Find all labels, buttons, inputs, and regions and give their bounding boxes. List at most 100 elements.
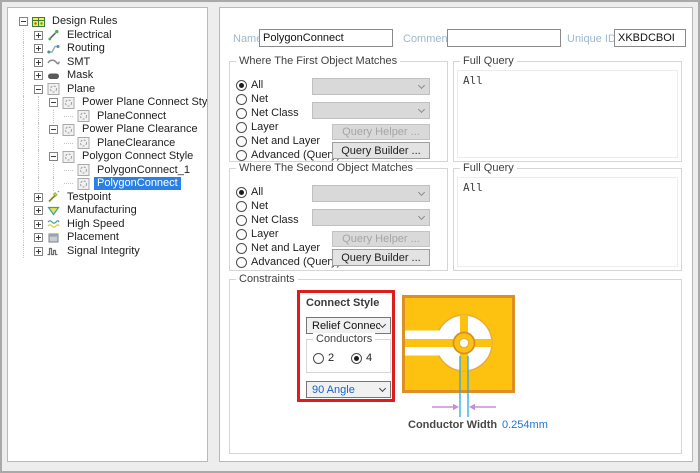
radio-advanced-query[interactable]: Advanced (Query) — [236, 255, 340, 269]
high-speed-icon — [46, 218, 61, 231]
radio-icon[interactable] — [236, 150, 247, 161]
tree-item-label: Plane — [64, 83, 98, 96]
signal-integrity-icon — [46, 245, 61, 258]
tree-item-electrical[interactable]: Electrical — [19, 29, 207, 43]
radio-label: All — [251, 186, 263, 198]
collapse-icon[interactable] — [49, 125, 58, 134]
expand-icon[interactable] — [34, 206, 43, 215]
chevron-down-icon — [418, 213, 425, 220]
expand-icon[interactable] — [34, 193, 43, 202]
radio-icon[interactable] — [236, 243, 247, 254]
radio-icon[interactable] — [236, 94, 247, 105]
tree-item-planeclearance[interactable]: PlaneClearance — [19, 137, 207, 151]
expand-icon[interactable] — [34, 233, 43, 242]
radio-layer[interactable]: Layer — [236, 227, 340, 241]
radio-icon[interactable] — [236, 80, 247, 91]
expand-icon[interactable] — [34, 58, 43, 67]
collapse-icon[interactable] — [49, 98, 58, 107]
radio-icon[interactable] — [236, 136, 247, 147]
radio-label: Advanced (Query) — [251, 149, 340, 161]
full-query-group-1: Full Query All — [453, 61, 682, 162]
expand-icon[interactable] — [34, 44, 43, 53]
tree-item-testpoint[interactable]: Testpoint — [19, 191, 207, 205]
rule-icon — [46, 83, 61, 96]
conductor-width-label: Conductor Width — [408, 419, 497, 431]
radio-icon[interactable] — [351, 353, 362, 364]
tree-item-power-plane-clearance[interactable]: Power Plane Clearance — [19, 123, 207, 137]
expand-icon[interactable] — [34, 220, 43, 229]
collapse-icon[interactable] — [34, 85, 43, 94]
radio-label: Net — [251, 200, 268, 212]
relief-angle-dropdown[interactable]: 90 Angle — [306, 381, 391, 398]
radio-label: Net Class — [251, 214, 299, 226]
tree-item-label: Mask — [64, 69, 96, 82]
name-input[interactable] — [259, 29, 393, 47]
tree-item-design-rules[interactable]: Design Rules — [19, 15, 207, 29]
radio-advanced-query[interactable]: Advanced (Query) — [236, 148, 340, 162]
comment-input[interactable] — [447, 29, 561, 47]
tree-item-label: PolygonConnect_1 — [94, 164, 193, 177]
tree-item-label: PlaneClearance — [94, 137, 178, 150]
radio-conductors-2[interactable]: 2 — [313, 351, 334, 365]
electrical-icon — [46, 29, 61, 42]
tree-item-polygon-connect-style[interactable]: Polygon Connect Style — [19, 150, 207, 164]
net-dropdown-disabled — [312, 78, 430, 95]
expand-icon[interactable] — [34, 31, 43, 40]
tree-item-routing[interactable]: Routing — [19, 42, 207, 56]
radio-label: Layer — [251, 121, 279, 133]
radio-conductors-4[interactable]: 4 — [351, 351, 372, 365]
radio-icon[interactable] — [236, 122, 247, 133]
tree-item-placement[interactable]: Placement — [19, 231, 207, 245]
placement-icon — [46, 231, 61, 244]
constraints-group: Constraints Connect Style Relief Connect… — [229, 279, 682, 454]
radio-net-and-layer[interactable]: Net and Layer — [236, 241, 340, 255]
tree-item-plane[interactable]: Plane — [19, 83, 207, 97]
conductors-label: Conductors — [313, 333, 375, 345]
radio-layer[interactable]: Layer — [236, 120, 340, 134]
tree-item-polygonconnect-1[interactable]: PolygonConnect_1 — [19, 164, 207, 178]
expand-icon[interactable] — [34, 247, 43, 256]
radio-icon[interactable] — [236, 257, 247, 268]
unique-id-input[interactable] — [614, 29, 686, 47]
tree-item-smt[interactable]: SMT — [19, 56, 207, 70]
radio-net-and-layer[interactable]: Net and Layer — [236, 134, 340, 148]
smt-icon — [46, 56, 61, 69]
query-builder-button[interactable]: Query Builder ... — [332, 249, 430, 266]
full-query-text: All — [457, 177, 678, 267]
tree-item-polygonconnect[interactable]: PolygonConnect — [19, 177, 207, 191]
radio-icon[interactable] — [236, 229, 247, 240]
radio-icon[interactable] — [313, 353, 324, 364]
radio-icon[interactable] — [236, 187, 247, 198]
radio-label: 2 — [328, 352, 334, 364]
radio-label: Net — [251, 93, 268, 105]
tree-item-signal-integrity[interactable]: Signal Integrity — [19, 245, 207, 259]
full-query-text: All — [457, 70, 678, 158]
rule-icon — [76, 137, 91, 150]
query-builder-button[interactable]: Query Builder ... — [332, 142, 430, 159]
connect-style-dropdown[interactable]: Relief Connect — [306, 317, 391, 334]
tree-item-label: Testpoint — [64, 191, 114, 204]
expand-icon[interactable] — [34, 71, 43, 80]
testpoint-icon — [46, 191, 61, 204]
chevron-down-icon — [379, 321, 386, 328]
radio-icon[interactable] — [236, 201, 247, 212]
first-object-matches-group: Where The First Object Matches All Net N… — [229, 61, 448, 162]
tree-item-planeconnect[interactable]: PlaneConnect — [19, 110, 207, 124]
rule-icon — [61, 123, 76, 136]
conductor-width-value[interactable]: 0.254mm — [502, 419, 548, 431]
net-class-dropdown-disabled — [312, 209, 430, 226]
tree-item-label: High Speed — [64, 218, 128, 231]
tree-item-mask[interactable]: Mask — [19, 69, 207, 83]
collapse-icon[interactable] — [49, 152, 58, 161]
group-title: Where The First Object Matches — [236, 55, 400, 67]
full-query-group-2: Full Query All — [453, 168, 682, 271]
rule-icon — [76, 164, 91, 177]
collapse-icon[interactable] — [19, 17, 28, 26]
tree-item-high-speed[interactable]: High Speed — [19, 218, 207, 232]
tree-item-power-plane-connect-style[interactable]: Power Plane Connect Style — [19, 96, 207, 110]
tree-item-label-selected: PolygonConnect — [94, 177, 181, 190]
radio-icon[interactable] — [236, 215, 247, 226]
tree-item-manufacturing[interactable]: Manufacturing — [19, 204, 207, 218]
tree-item-label: Polygon Connect Style — [79, 150, 196, 163]
radio-icon[interactable] — [236, 108, 247, 119]
